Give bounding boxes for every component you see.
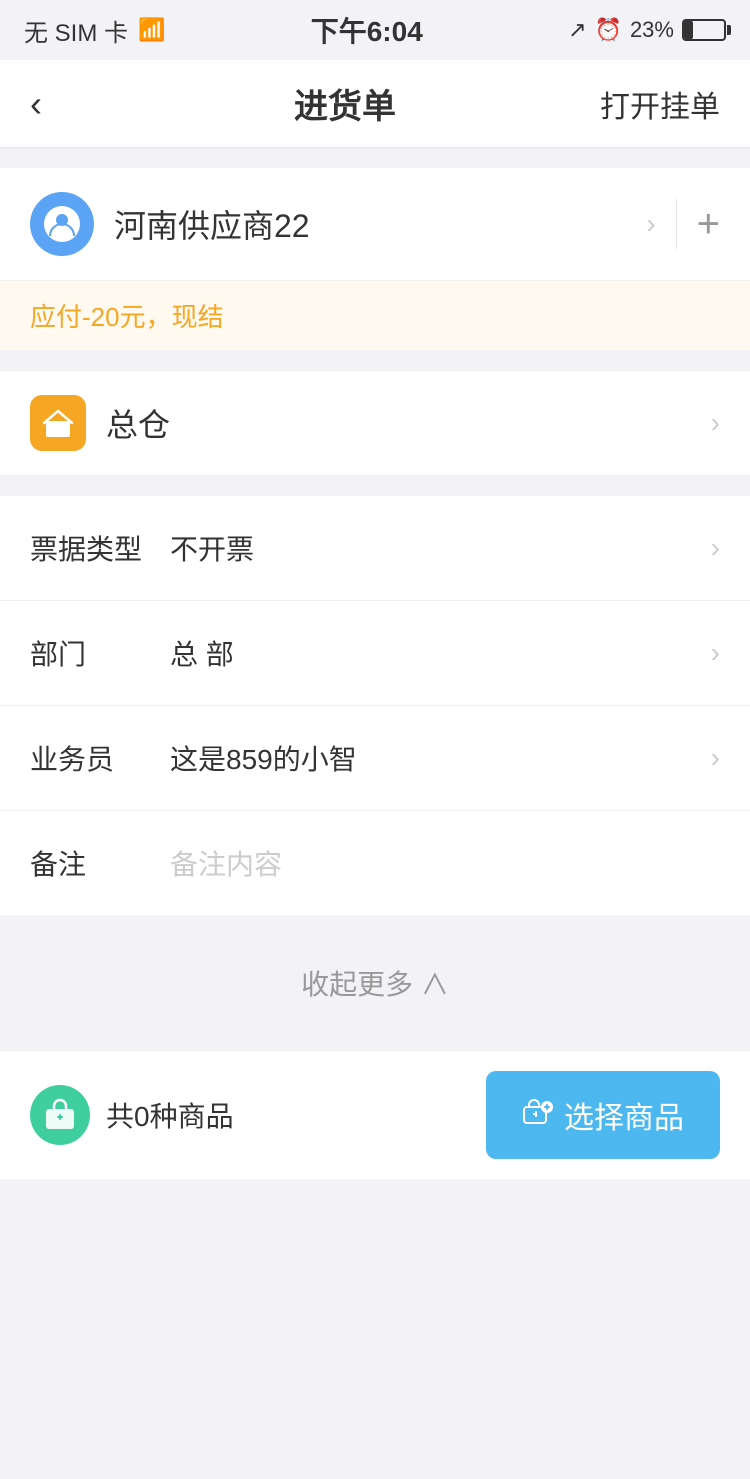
dept-chevron-icon: › [711,637,720,669]
sales-value: 这是859的小智 [150,738,711,778]
carrier-label: 无 SIM 卡 [24,13,128,48]
status-right: ↗ ⏰ 23% [568,17,726,43]
supplier-divider [676,199,677,249]
select-product-label: 选择商品 [564,1093,684,1137]
location-icon: ↗ [568,17,586,43]
add-supplier-button[interactable]: + [697,204,720,244]
section-gap-1 [0,148,750,168]
collapse-label: 收起更多 ∧ [301,963,449,1003]
sales-row[interactable]: 业务员 这是859的小智 › [0,706,750,811]
remark-label: 备注 [30,843,150,883]
page-title: 进货单 [294,79,396,128]
avatar-inner [44,206,80,242]
collapse-row[interactable]: 收起更多 ∧ [0,935,750,1031]
product-icon [30,1085,90,1145]
sales-chevron-icon: › [711,742,720,774]
warehouse-row[interactable]: 总仓 › [0,371,750,476]
supplier-row[interactable]: 河南供应商22 › + [0,168,750,281]
nav-bar: ‹ 进货单 打开挂单 [0,60,750,148]
status-left: 无 SIM 卡 📶 [24,13,165,48]
supplier-name: 河南供应商22 [114,201,646,247]
warehouse-name: 总仓 [106,400,711,446]
status-bar: 无 SIM 卡 📶 下午6:04 ↗ ⏰ 23% [0,0,750,60]
warning-banner: 应付-20元，现结 [0,281,750,351]
alarm-icon: ⏰ [595,17,622,43]
battery-icon [682,19,726,41]
warehouse-chevron-icon: › [711,407,720,439]
supplier-chevron-icon: › [646,208,655,240]
select-product-button[interactable]: 选择商品 [486,1071,720,1159]
supplier-section: 河南供应商22 › + 应付-20元，现结 [0,168,750,351]
invoice-label: 票据类型 [30,528,150,568]
dept-row[interactable]: 部门 总 部 › [0,601,750,706]
invoice-row[interactable]: 票据类型 不开票 › [0,496,750,601]
remark-row[interactable]: 备注 备注内容 [0,811,750,915]
wifi-icon: 📶 [138,17,165,43]
invoice-value: 不开票 [150,528,711,568]
sales-label: 业务员 [30,738,150,778]
open-pending-button[interactable]: 打开挂单 [600,82,720,126]
cart-icon [522,1099,554,1131]
product-count-label: 共0种商品 [106,1095,486,1135]
back-button[interactable]: ‹ [30,83,90,125]
page-bg [0,1179,750,1479]
status-time: 下午6:04 [311,10,423,50]
invoice-chevron-icon: › [711,532,720,564]
form-section: 票据类型 不开票 › 部门 总 部 › 业务员 这是859的小智 › 备注 备注… [0,496,750,915]
warning-text: 应付-20元，现结 [30,302,224,332]
remark-input[interactable]: 备注内容 [150,843,720,883]
warehouse-icon [30,395,86,451]
supplier-avatar [30,192,94,256]
dept-label: 部门 [30,633,150,673]
battery-percentage: 23% [630,17,674,43]
bottom-bar: 共0种商品 选择商品 [0,1051,750,1179]
dept-value: 总 部 [150,633,711,673]
